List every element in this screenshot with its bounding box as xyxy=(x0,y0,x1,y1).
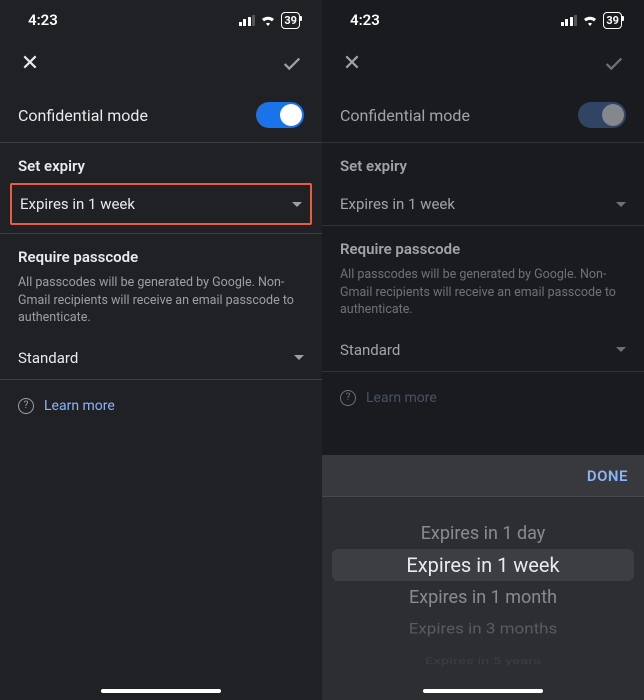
header-bar: ✕ xyxy=(0,40,322,88)
passcode-help-text: All passcodes will be generated by Googl… xyxy=(0,274,322,337)
passcode-dropdown[interactable]: Standard xyxy=(0,337,322,379)
confirm-button[interactable] xyxy=(602,52,626,76)
picker-option-selected[interactable]: Expires in 1 week xyxy=(332,549,634,581)
chevron-down-icon xyxy=(294,355,304,360)
header-bar: ✕ xyxy=(322,40,644,88)
learn-more-link: Learn more xyxy=(366,390,437,406)
picker-wheel[interactable]: Expires in 1 day Expires in 1 week Expir… xyxy=(322,497,644,697)
close-icon: ✕ xyxy=(343,53,361,75)
confidential-mode-toggle[interactable] xyxy=(256,102,304,128)
home-indicator[interactable] xyxy=(101,689,221,693)
home-indicator[interactable] xyxy=(423,689,543,693)
close-icon: ✕ xyxy=(21,53,39,75)
expiry-dropdown[interactable]: Expires in 1 week xyxy=(10,183,312,225)
confidential-mode-toggle[interactable] xyxy=(578,102,626,128)
status-indicators: 39 xyxy=(239,12,300,29)
require-passcode-title: Require passcode xyxy=(322,226,644,266)
status-time: 4:23 xyxy=(28,11,58,29)
wifi-icon xyxy=(582,14,598,26)
confidential-mode-label: Confidential mode xyxy=(340,106,470,125)
learn-more-row[interactable]: ? Learn more xyxy=(322,372,644,424)
done-button[interactable]: DONE xyxy=(587,467,628,485)
chevron-down-icon xyxy=(616,202,626,207)
learn-more-row[interactable]: ? Learn more xyxy=(0,380,322,432)
screen-right: 4:23 39 ✕ Confidential mode Set expiry E… xyxy=(322,0,644,700)
status-time: 4:23 xyxy=(350,11,380,29)
cellular-signal-icon xyxy=(239,15,256,26)
status-bar: 4:23 39 xyxy=(322,0,644,40)
chevron-down-icon xyxy=(292,202,302,207)
passcode-help-text: All passcodes will be generated by Googl… xyxy=(322,266,644,329)
picker-header: DONE xyxy=(322,455,644,497)
confidential-mode-row: Confidential mode xyxy=(322,88,644,142)
status-indicators: 39 xyxy=(561,12,622,29)
info-icon: ? xyxy=(18,398,34,414)
set-expiry-title: Set expiry xyxy=(322,143,644,183)
expiry-value: Expires in 1 week xyxy=(340,195,455,213)
picker-option[interactable]: Expires in 1 day xyxy=(322,517,644,549)
require-passcode-title: Require passcode xyxy=(0,234,322,274)
wifi-icon xyxy=(260,14,276,26)
battery-indicator: 39 xyxy=(603,12,622,29)
passcode-value: Standard xyxy=(340,341,400,359)
cellular-signal-icon xyxy=(561,15,578,26)
confidential-mode-label: Confidential mode xyxy=(18,106,148,125)
confirm-button[interactable] xyxy=(280,52,304,76)
picker-sheet: DONE Expires in 1 day Expires in 1 week … xyxy=(322,455,644,700)
expiry-value: Expires in 1 week xyxy=(20,195,135,213)
picker-option[interactable]: Expires in 5 years xyxy=(322,651,644,670)
confidential-mode-row: Confidential mode xyxy=(0,88,322,142)
screen-left: 4:23 39 ✕ Confidential mode Set expiry E… xyxy=(0,0,322,700)
close-button[interactable]: ✕ xyxy=(18,52,42,76)
check-icon xyxy=(603,53,625,75)
picker-option[interactable]: Expires in 3 months xyxy=(322,615,644,642)
chevron-down-icon xyxy=(616,347,626,352)
status-bar: 4:23 39 xyxy=(0,0,322,40)
info-icon: ? xyxy=(340,390,356,406)
battery-indicator: 39 xyxy=(281,12,300,29)
check-icon xyxy=(281,53,303,75)
passcode-value: Standard xyxy=(18,349,78,367)
close-button[interactable]: ✕ xyxy=(340,52,364,76)
passcode-dropdown[interactable]: Standard xyxy=(322,329,644,371)
picker-option[interactable]: Expires in 1 month xyxy=(322,581,644,613)
set-expiry-title: Set expiry xyxy=(0,143,322,183)
learn-more-link: Learn more xyxy=(44,398,115,414)
expiry-dropdown[interactable]: Expires in 1 week xyxy=(322,183,644,225)
